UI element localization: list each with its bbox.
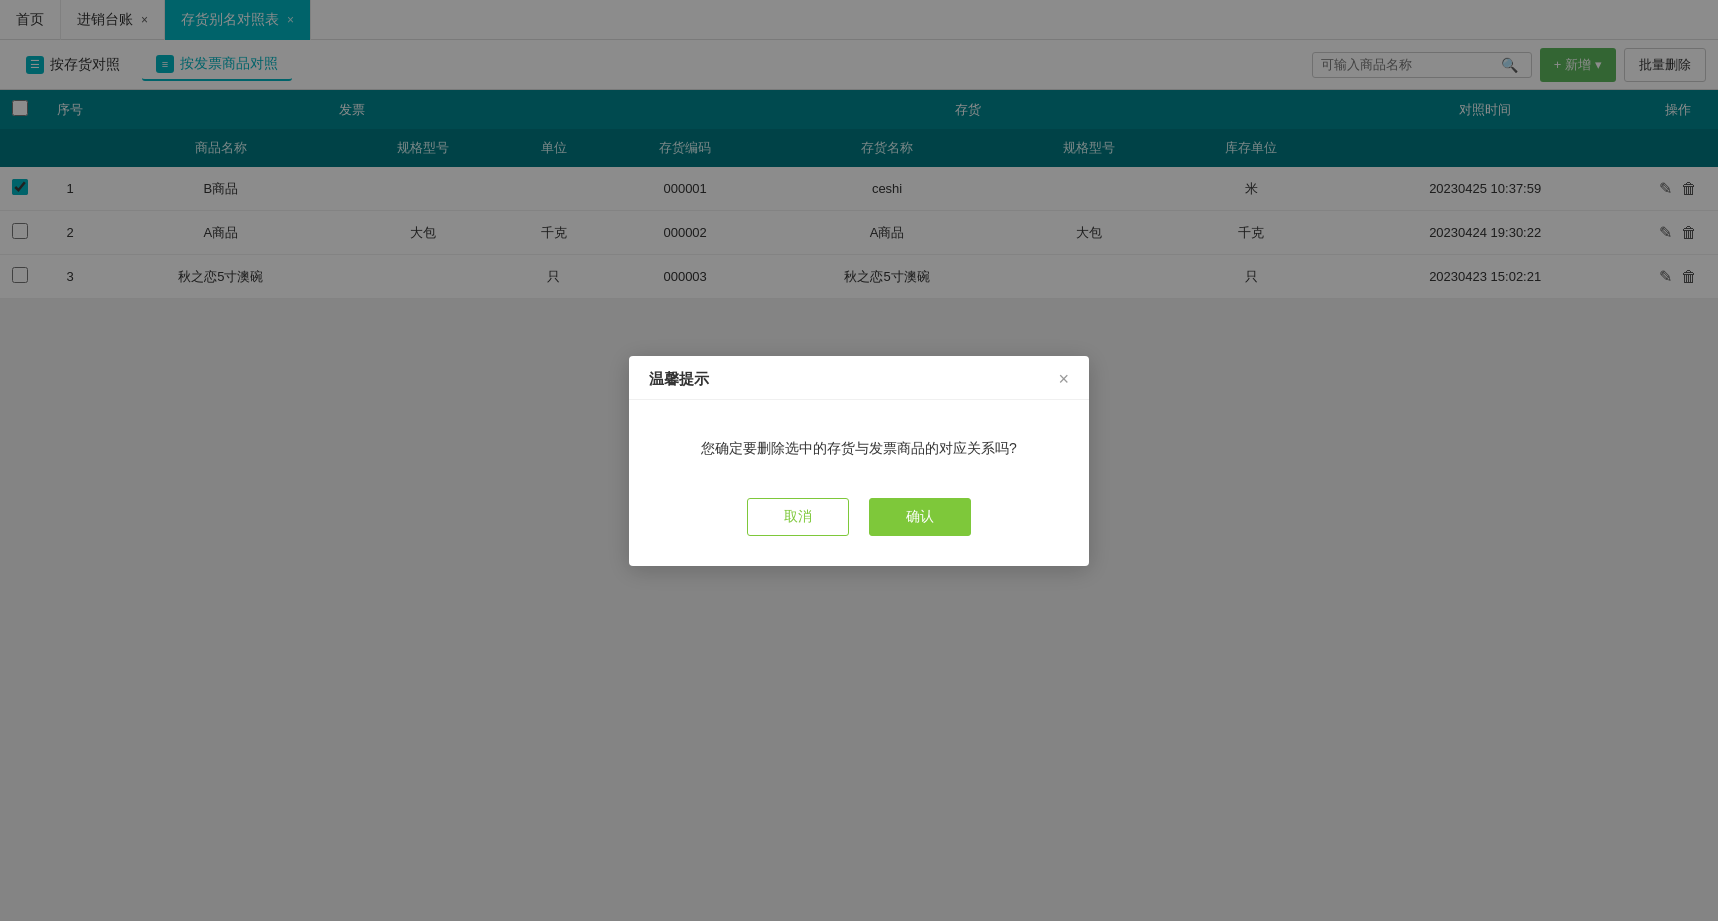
modal-overlay: 温馨提示 × 您确定要删除选中的存货与发票商品的对应关系吗? 取消 确认	[0, 0, 1718, 299]
